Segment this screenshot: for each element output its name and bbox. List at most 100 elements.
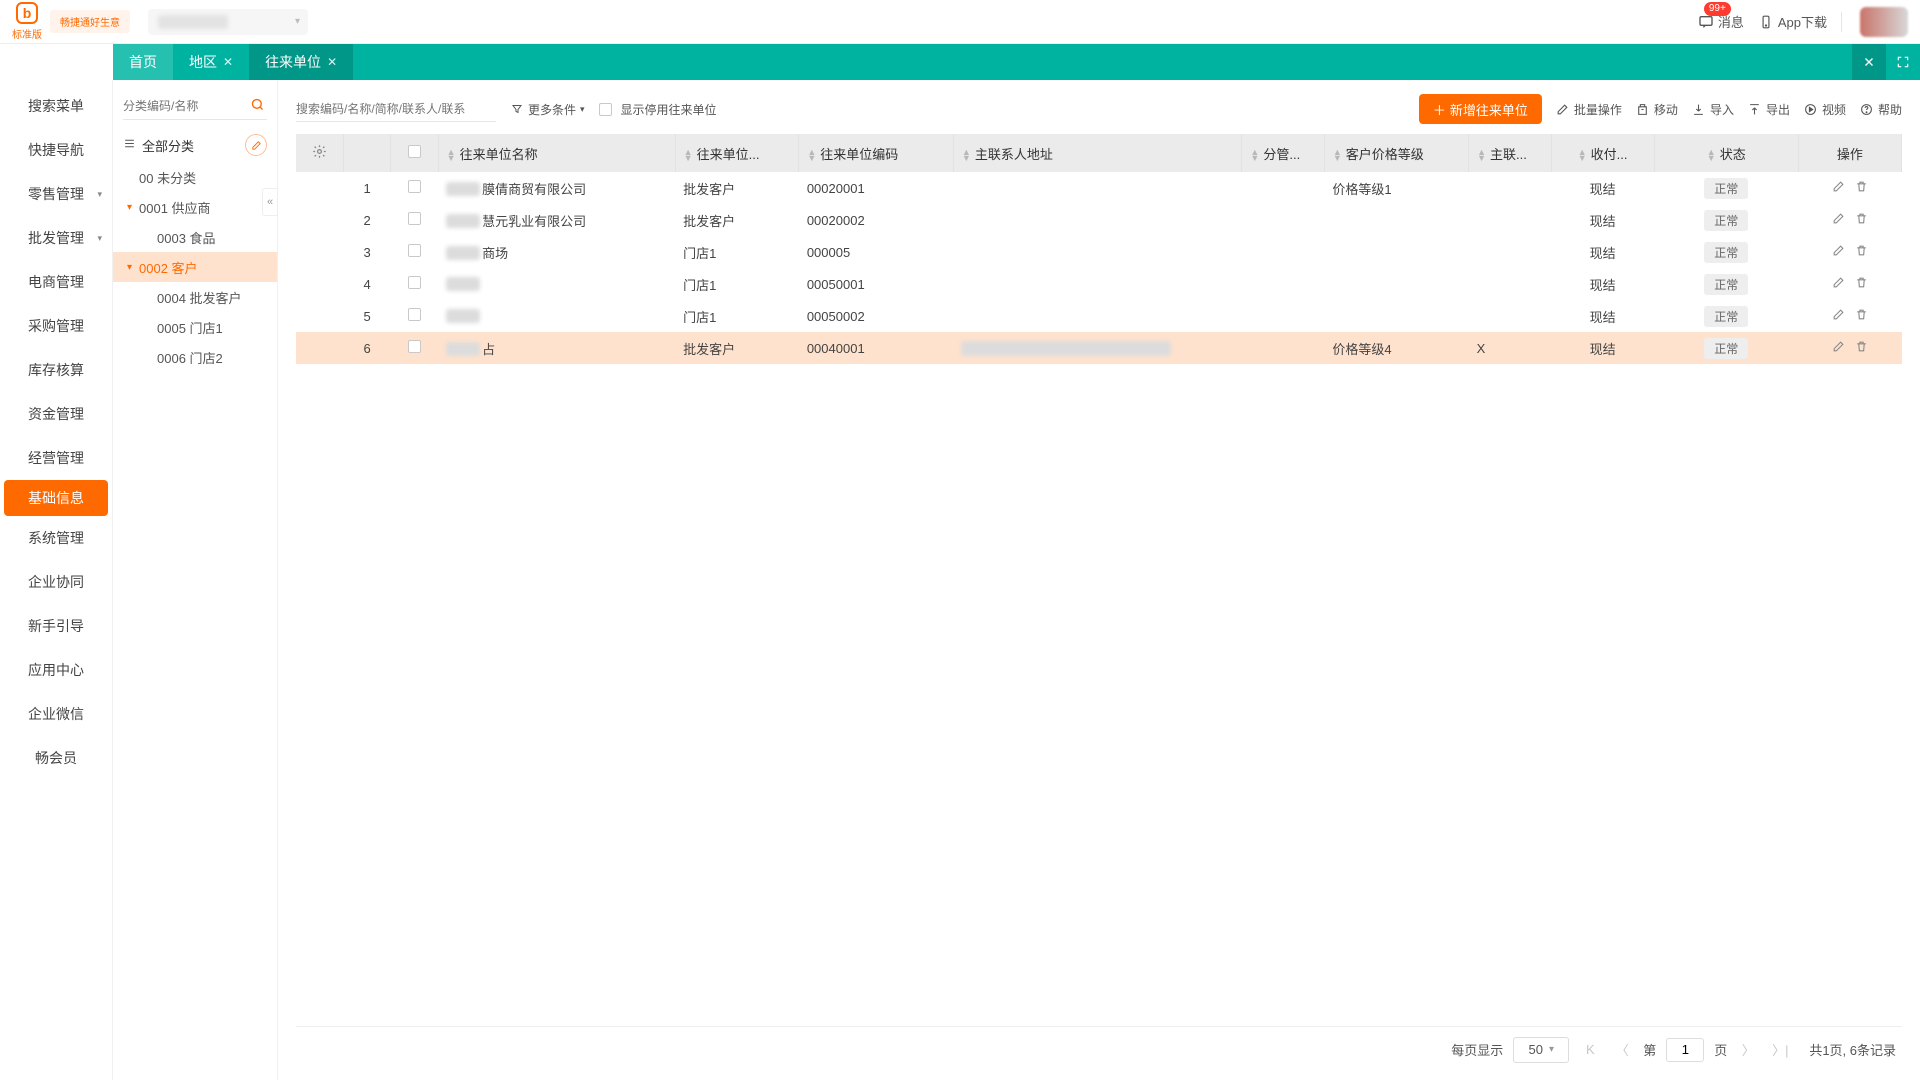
col-code[interactable]: ▲▼往来单位编码 xyxy=(799,134,954,172)
tree-node[interactable]: 00 未分类 xyxy=(113,162,277,192)
tab-label: 首页 xyxy=(129,52,157,72)
sidebar-item-base[interactable]: 基础信息 xyxy=(4,480,108,516)
tree-node[interactable]: 0005 门店1 xyxy=(113,312,277,342)
close-all-tabs-button[interactable] xyxy=(1852,44,1886,80)
sidebar-item-ecom[interactable]: 电商管理 xyxy=(0,260,112,304)
sidebar-item-wx[interactable]: 企业微信 xyxy=(0,692,112,736)
tree-node[interactable]: 0006 门店2 xyxy=(113,342,277,372)
col-payment[interactable]: ▲▼收付... xyxy=(1551,134,1654,172)
delete-row-button[interactable] xyxy=(1855,340,1868,356)
edit-row-button[interactable] xyxy=(1832,244,1845,260)
sidebar-item-sys[interactable]: 系统管理 xyxy=(0,516,112,560)
messages-badge: 99+ xyxy=(1704,2,1731,16)
column-settings-button[interactable] xyxy=(296,134,343,172)
col-contact[interactable]: ▲▼主联... xyxy=(1469,134,1551,172)
prev-page-button[interactable]: 〈 xyxy=(1611,1039,1633,1061)
move-button[interactable]: 移动 xyxy=(1636,101,1678,118)
export-button[interactable]: 导出 xyxy=(1748,101,1790,118)
edit-row-button[interactable] xyxy=(1832,308,1845,324)
edit-tree-button[interactable] xyxy=(245,134,267,156)
cell-contact xyxy=(1469,300,1551,332)
tree-search-input[interactable] xyxy=(123,92,267,120)
sidebar-item-quick[interactable]: 快捷导航 xyxy=(0,128,112,172)
table-row[interactable]: 5门店100050002现结正常 xyxy=(296,300,1902,332)
col-category[interactable]: ▲▼往来单位... xyxy=(675,134,799,172)
next-page-button[interactable]: 〉 xyxy=(1737,1039,1759,1061)
sidebar-item-biz[interactable]: 经营管理 xyxy=(0,436,112,480)
row-checkbox[interactable] xyxy=(391,268,438,300)
table-header-row: ▲▼往来单位名称 ▲▼往来单位... ▲▼往来单位编码 ▲▼主联系人地址 ▲▼分… xyxy=(296,134,1902,172)
tree-node[interactable]: ▾0001 供应商 xyxy=(113,192,277,222)
tree-node-label: 0006 门店2 xyxy=(157,348,223,367)
sidebar-item-retail[interactable]: 零售管理▾ xyxy=(0,172,112,216)
sidebar-item-wholesale[interactable]: 批发管理▾ xyxy=(0,216,112,260)
app-download-button[interactable]: App下载 xyxy=(1758,12,1827,31)
org-switcher[interactable]: ▾ xyxy=(148,9,308,35)
search-input[interactable] xyxy=(296,96,496,122)
edit-row-button[interactable] xyxy=(1832,212,1845,228)
edit-row-button[interactable] xyxy=(1832,276,1845,292)
batch-button[interactable]: 批量操作 xyxy=(1556,101,1622,118)
sidebar-item-stock[interactable]: 库存核算 xyxy=(0,348,112,392)
show-disabled-toggle[interactable]: 显示停用往来单位 xyxy=(599,101,717,118)
sidebar-item-purchase[interactable]: 采购管理 xyxy=(0,304,112,348)
page-suffix: 页 xyxy=(1714,1040,1727,1059)
col-price-level[interactable]: ▲▼客户价格等级 xyxy=(1324,134,1468,172)
tree-node[interactable]: ▾0002 客户 xyxy=(113,252,277,282)
delete-row-button[interactable] xyxy=(1855,276,1868,292)
table-row[interactable]: 6占批发客户00040001价格等级4X现结正常 xyxy=(296,332,1902,364)
tab-region[interactable]: 地区✕ xyxy=(173,44,249,80)
sidebar-item-finance[interactable]: 资金管理 xyxy=(0,392,112,436)
more-filters-button[interactable]: 更多条件 ▾ xyxy=(510,101,585,118)
add-partner-button[interactable]: ＋ 新增往来单位 xyxy=(1419,94,1542,124)
tree-node[interactable]: 0003 食品 xyxy=(113,222,277,252)
row-checkbox[interactable] xyxy=(391,300,438,332)
delete-row-button[interactable] xyxy=(1855,308,1868,324)
sidebar-item-guide[interactable]: 新手引导 xyxy=(0,604,112,648)
more-filters-label: 更多条件 xyxy=(528,101,576,118)
table-row[interactable]: 1膜倩商贸有限公司批发客户00020001价格等级1现结正常 xyxy=(296,172,1902,204)
tab-partner[interactable]: 往来单位✕ xyxy=(249,44,353,80)
tree-root[interactable]: 全部分类 xyxy=(113,130,277,162)
per-page-select[interactable]: 50 ▾ xyxy=(1513,1037,1569,1063)
redacted xyxy=(446,309,480,323)
table-row[interactable]: 2慧元乳业有限公司批发客户00020002现结正常 xyxy=(296,204,1902,236)
edit-row-button[interactable] xyxy=(1832,340,1845,356)
col-status[interactable]: ▲▼状态 xyxy=(1654,134,1798,172)
tree-node[interactable]: 0004 批发客户 xyxy=(113,282,277,312)
delete-row-button[interactable] xyxy=(1855,180,1868,196)
col-manager[interactable]: ▲▼分管... xyxy=(1242,134,1324,172)
row-checkbox[interactable] xyxy=(391,332,438,364)
edit-row-button[interactable] xyxy=(1832,180,1845,196)
video-button[interactable]: 视频 xyxy=(1804,101,1846,118)
collapse-tree-button[interactable]: « xyxy=(262,188,278,216)
cell-contact xyxy=(1469,172,1551,204)
table-row[interactable]: 3商场门店1000005现结正常 xyxy=(296,236,1902,268)
delete-row-button[interactable] xyxy=(1855,212,1868,228)
cell-category: 门店1 xyxy=(675,268,799,300)
import-button[interactable]: 导入 xyxy=(1692,101,1734,118)
close-icon[interactable]: ✕ xyxy=(327,55,337,69)
sidebar-item-vip[interactable]: 畅会员 xyxy=(0,736,112,780)
search-icon[interactable] xyxy=(250,97,265,115)
select-all-checkbox[interactable] xyxy=(391,134,438,172)
table-row[interactable]: 4门店100050001现结正常 xyxy=(296,268,1902,300)
sidebar-item-apps[interactable]: 应用中心 xyxy=(0,648,112,692)
page-input[interactable] xyxy=(1666,1038,1704,1062)
tab-home[interactable]: 首页 xyxy=(113,44,173,80)
row-checkbox[interactable] xyxy=(391,236,438,268)
avatar[interactable] xyxy=(1860,7,1908,37)
col-name[interactable]: ▲▼往来单位名称 xyxy=(438,134,675,172)
last-page-button[interactable]: 〉| xyxy=(1769,1039,1791,1061)
sidebar-item-coop[interactable]: 企业协同 xyxy=(0,560,112,604)
fullscreen-button[interactable] xyxy=(1886,44,1920,80)
col-address[interactable]: ▲▼主联系人地址 xyxy=(953,134,1242,172)
delete-row-button[interactable] xyxy=(1855,244,1868,260)
row-checkbox[interactable] xyxy=(391,204,438,236)
messages-button[interactable]: 99+ 消息 xyxy=(1698,12,1744,31)
close-icon[interactable]: ✕ xyxy=(223,55,233,69)
first-page-button[interactable]: K xyxy=(1579,1039,1601,1061)
help-button[interactable]: 帮助 xyxy=(1860,101,1902,118)
sidebar-item-search[interactable]: 搜索菜单 xyxy=(0,84,112,128)
row-checkbox[interactable] xyxy=(391,172,438,204)
